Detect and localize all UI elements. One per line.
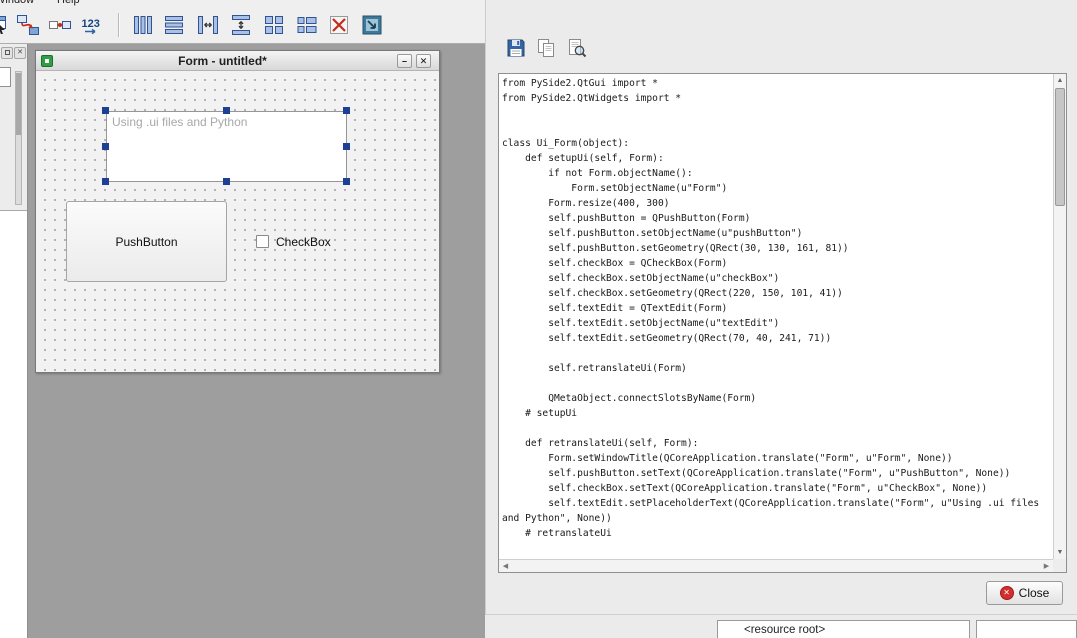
resource-root-label[interactable]: <resource root> <box>744 624 825 636</box>
vertical-scrollbar[interactable]: ▲ ▼ <box>1053 74 1066 559</box>
selection-handle-bottom-middle[interactable] <box>223 178 230 185</box>
scroll-down-arrow-icon[interactable]: ▼ <box>1054 546 1066 559</box>
edit-tab-order-button[interactable]: 123 <box>78 11 106 39</box>
code-editor[interactable]: from PySide2.QtGui import * from PySide2… <box>498 73 1067 573</box>
selection-handle-top-right[interactable] <box>343 107 350 114</box>
filter-input-fragment[interactable] <box>0 67 11 87</box>
close-x-icon: ✕ <box>17 49 23 56</box>
close-button-label: Close <box>1019 586 1050 600</box>
toolbar-separator <box>118 13 120 37</box>
dock-scrollbar[interactable] <box>15 71 22 205</box>
selection-handle-top-middle[interactable] <box>223 107 230 114</box>
splitter-horizontal-button[interactable] <box>194 11 222 39</box>
menu-help[interactable]: Help <box>57 0 80 6</box>
edit-tab-order-icon: 123 <box>80 13 104 37</box>
code-text[interactable]: from PySide2.QtGui import * from PySide2… <box>499 74 1053 559</box>
selection-handle-middle-right[interactable] <box>343 143 350 150</box>
textedit-placeholder: Using .ui files and Python <box>112 115 247 129</box>
layout-grid-button[interactable] <box>260 11 288 39</box>
layout-horizontal-icon <box>131 13 155 37</box>
resource-side-fragment <box>976 620 1077 638</box>
float-icon <box>5 50 10 55</box>
qt-designer-screen: Window Help <box>0 0 1077 638</box>
break-layout-button[interactable] <box>325 11 353 39</box>
break-layout-icon <box>327 13 351 37</box>
find-button[interactable] <box>564 35 590 61</box>
pushbutton-widget[interactable]: PushButton <box>66 201 227 282</box>
layout-form-button[interactable] <box>293 11 321 39</box>
mdi-area: Form - untitled* – ✕ Using .ui files and… <box>28 44 485 638</box>
code-preview-panel: from PySide2.QtGui import * from PySide2… <box>485 0 1077 615</box>
edit-signals-slots-icon <box>16 13 40 37</box>
edit-widgets-button[interactable] <box>0 11 12 39</box>
dock-float-button[interactable] <box>1 47 13 59</box>
edit-signals-slots-button[interactable] <box>14 11 42 39</box>
main-toolbar: 123 <box>0 7 486 44</box>
adjust-size-button[interactable] <box>358 11 386 39</box>
resource-tree-fragment[interactable]: <resource root> <box>717 620 970 638</box>
scrollbar-corner <box>1053 559 1066 572</box>
minimize-button[interactable]: – <box>397 54 412 68</box>
scroll-right-arrow-icon[interactable]: ▶ <box>1040 560 1053 573</box>
window-close-button[interactable]: ✕ <box>416 54 431 68</box>
copy-icon <box>535 37 557 59</box>
horizontal-scrollbar[interactable]: ◀ ▶ <box>499 559 1053 572</box>
selection-handle-top-left[interactable] <box>102 107 109 114</box>
svg-text:123: 123 <box>82 18 100 30</box>
menu-window[interactable]: Window <box>0 0 34 6</box>
checkbox-indicator[interactable] <box>256 235 269 248</box>
textedit-widget[interactable]: Using .ui files and Python <box>106 111 347 182</box>
edit-buddies-icon <box>48 13 72 37</box>
dock-close-button[interactable]: ✕ <box>14 47 26 59</box>
layout-vertical-button[interactable] <box>160 11 188 39</box>
splitter-vertical-icon <box>229 13 253 37</box>
selection-handle-bottom-right[interactable] <box>343 178 350 185</box>
widget-box-fragment <box>0 210 27 638</box>
scroll-left-arrow-icon[interactable]: ◀ <box>499 560 512 573</box>
copy-button[interactable] <box>533 35 559 61</box>
close-circle-icon: ✕ <box>1000 586 1014 600</box>
layout-form-icon <box>295 13 319 37</box>
form-window-title: Form - untitled* <box>56 51 389 71</box>
save-icon <box>505 37 527 59</box>
splitter-vertical-button[interactable] <box>227 11 255 39</box>
scroll-up-arrow-icon[interactable]: ▲ <box>1054 74 1066 87</box>
checkbox-widget[interactable]: CheckBox <box>256 221 357 262</box>
layout-horizontal-button[interactable] <box>129 11 157 39</box>
selection-handle-bottom-left[interactable] <box>102 178 109 185</box>
selection-handle-middle-left[interactable] <box>102 143 109 150</box>
save-button[interactable] <box>503 35 529 61</box>
find-icon <box>566 37 588 59</box>
layout-vertical-icon <box>162 13 186 37</box>
dialog-close-button[interactable]: ✕ Close <box>986 581 1063 605</box>
edit-widgets-icon <box>0 13 10 37</box>
adjust-size-icon <box>360 13 384 37</box>
left-dock-fragment: ✕ <box>0 44 28 638</box>
dock-scrollbar-thumb[interactable] <box>16 73 21 135</box>
form-window-icon <box>41 55 53 67</box>
vertical-scrollbar-thumb[interactable] <box>1055 88 1065 206</box>
layout-grid-icon <box>262 13 286 37</box>
form-window-titlebar[interactable]: Form - untitled* – ✕ <box>36 51 439 71</box>
form-canvas[interactable]: Using .ui files and Python PushButton Ch… <box>36 71 439 372</box>
form-window[interactable]: Form - untitled* – ✕ Using .ui files and… <box>35 50 440 373</box>
checkbox-label: CheckBox <box>276 235 331 249</box>
edit-buddies-button[interactable] <box>46 11 74 39</box>
splitter-horizontal-icon <box>196 13 220 37</box>
